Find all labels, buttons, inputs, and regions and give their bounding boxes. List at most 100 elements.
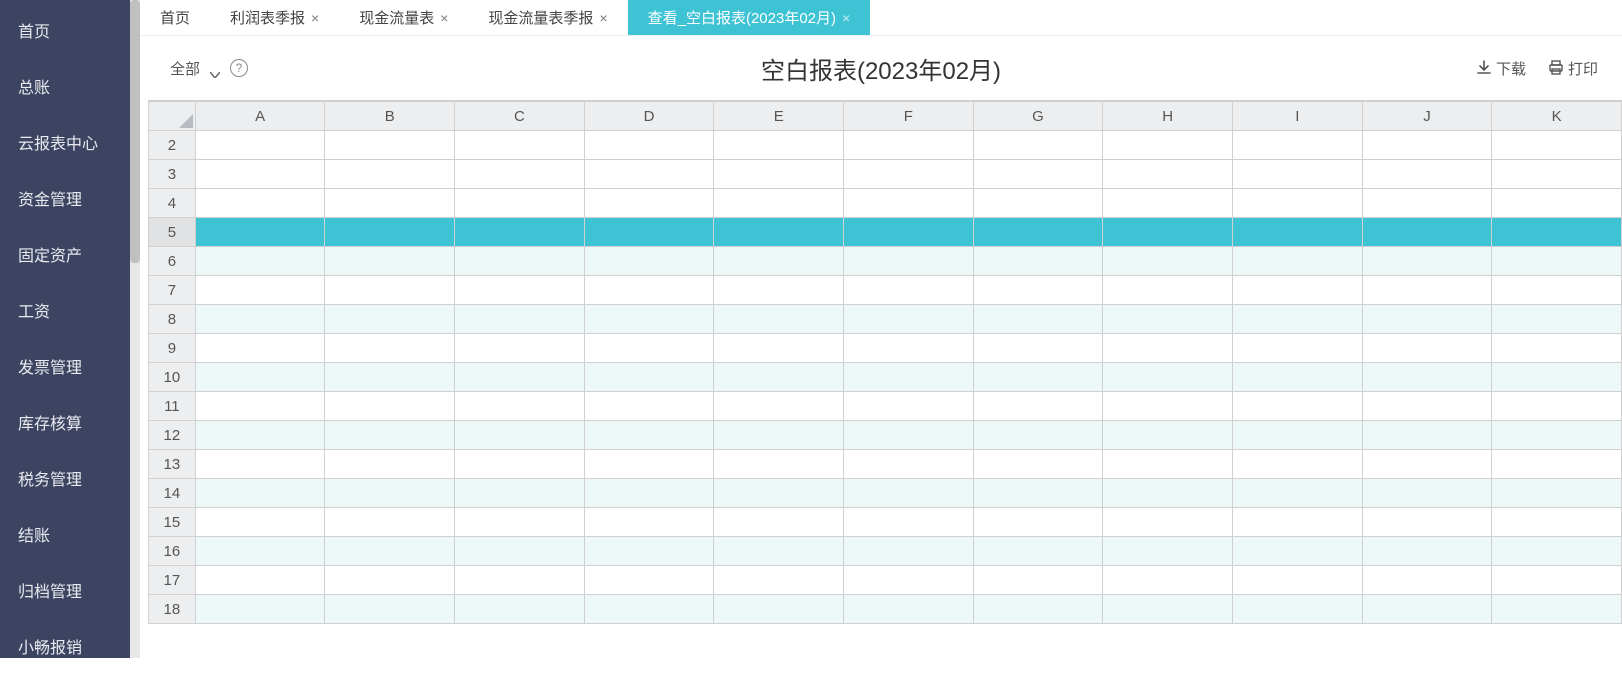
cell-B3[interactable] (325, 160, 455, 189)
cell-H11[interactable] (1103, 392, 1233, 421)
spreadsheet[interactable]: ABCDEFGHIJK23456789101112131415161718 (148, 100, 1622, 658)
cell-I5[interactable] (1233, 218, 1363, 247)
cell-B4[interactable] (325, 189, 455, 218)
cell-A10[interactable] (195, 363, 325, 392)
select-all-corner[interactable] (149, 102, 196, 131)
sidebar-item-2[interactable]: 云报表中心 (0, 114, 130, 170)
cell-A16[interactable] (195, 537, 325, 566)
cell-I4[interactable] (1233, 189, 1363, 218)
cell-H2[interactable] (1103, 131, 1233, 160)
cell-G12[interactable] (973, 421, 1103, 450)
row-header-5[interactable]: 5 (149, 218, 196, 247)
cell-G3[interactable] (973, 160, 1103, 189)
cell-J16[interactable] (1362, 537, 1492, 566)
cell-A8[interactable] (195, 305, 325, 334)
row-header-10[interactable]: 10 (149, 363, 196, 392)
cell-C9[interactable] (455, 334, 585, 363)
cell-H6[interactable] (1103, 247, 1233, 276)
cell-E9[interactable] (714, 334, 844, 363)
cell-D16[interactable] (584, 537, 714, 566)
cell-J12[interactable] (1362, 421, 1492, 450)
cell-F11[interactable] (844, 392, 974, 421)
cell-I16[interactable] (1233, 537, 1363, 566)
cell-H16[interactable] (1103, 537, 1233, 566)
cell-H14[interactable] (1103, 479, 1233, 508)
column-header-K[interactable]: K (1492, 102, 1622, 131)
cell-H17[interactable] (1103, 566, 1233, 595)
cell-D10[interactable] (584, 363, 714, 392)
cell-G10[interactable] (973, 363, 1103, 392)
cell-E15[interactable] (714, 508, 844, 537)
cell-A11[interactable] (195, 392, 325, 421)
cell-I6[interactable] (1233, 247, 1363, 276)
cell-G7[interactable] (973, 276, 1103, 305)
cell-J4[interactable] (1362, 189, 1492, 218)
cell-E5[interactable] (714, 218, 844, 247)
cell-H12[interactable] (1103, 421, 1233, 450)
cell-B5[interactable] (325, 218, 455, 247)
cell-A2[interactable] (195, 131, 325, 160)
cell-J15[interactable] (1362, 508, 1492, 537)
column-header-J[interactable]: J (1362, 102, 1492, 131)
cell-G18[interactable] (973, 595, 1103, 624)
cell-D18[interactable] (584, 595, 714, 624)
cell-H3[interactable] (1103, 160, 1233, 189)
cell-C4[interactable] (455, 189, 585, 218)
cell-B18[interactable] (325, 595, 455, 624)
sidebar-scrollbar[interactable] (130, 0, 140, 658)
cell-D12[interactable] (584, 421, 714, 450)
cell-K13[interactable] (1492, 450, 1622, 479)
row-header-14[interactable]: 14 (149, 479, 196, 508)
row-header-18[interactable]: 18 (149, 595, 196, 624)
cell-B6[interactable] (325, 247, 455, 276)
tab-4[interactable]: 查看_空白报表(2023年02月)× (628, 0, 871, 35)
close-icon[interactable]: × (440, 10, 448, 26)
cell-G2[interactable] (973, 131, 1103, 160)
cell-G14[interactable] (973, 479, 1103, 508)
cell-A18[interactable] (195, 595, 325, 624)
cell-G8[interactable] (973, 305, 1103, 334)
cell-K7[interactable] (1492, 276, 1622, 305)
cell-B11[interactable] (325, 392, 455, 421)
tab-3[interactable]: 现金流量表季报× (468, 0, 627, 35)
cell-F14[interactable] (844, 479, 974, 508)
cell-F13[interactable] (844, 450, 974, 479)
sidebar-item-0[interactable]: 首页 (0, 2, 130, 58)
cell-B17[interactable] (325, 566, 455, 595)
cell-I12[interactable] (1233, 421, 1363, 450)
cell-B2[interactable] (325, 131, 455, 160)
cell-B9[interactable] (325, 334, 455, 363)
cell-C6[interactable] (455, 247, 585, 276)
cell-C13[interactable] (455, 450, 585, 479)
sidebar-scroll-thumb[interactable] (130, 0, 140, 263)
cell-E16[interactable] (714, 537, 844, 566)
cell-E14[interactable] (714, 479, 844, 508)
cell-D11[interactable] (584, 392, 714, 421)
sidebar-item-9[interactable]: 结账 (0, 506, 130, 562)
row-header-17[interactable]: 17 (149, 566, 196, 595)
cell-G5[interactable] (973, 218, 1103, 247)
cell-F12[interactable] (844, 421, 974, 450)
cell-C18[interactable] (455, 595, 585, 624)
cell-E8[interactable] (714, 305, 844, 334)
cell-G4[interactable] (973, 189, 1103, 218)
cell-K18[interactable] (1492, 595, 1622, 624)
cell-C3[interactable] (455, 160, 585, 189)
cell-F5[interactable] (844, 218, 974, 247)
cell-I9[interactable] (1233, 334, 1363, 363)
tab-2[interactable]: 现金流量表× (339, 0, 468, 35)
cell-F16[interactable] (844, 537, 974, 566)
column-header-F[interactable]: F (844, 102, 974, 131)
cell-D4[interactable] (584, 189, 714, 218)
sidebar-item-4[interactable]: 固定资产 (0, 226, 130, 282)
cell-G15[interactable] (973, 508, 1103, 537)
cell-G6[interactable] (973, 247, 1103, 276)
sidebar-item-7[interactable]: 库存核算 (0, 394, 130, 450)
cell-J13[interactable] (1362, 450, 1492, 479)
sidebar-item-6[interactable]: 发票管理 (0, 338, 130, 394)
cell-K14[interactable] (1492, 479, 1622, 508)
cell-C2[interactable] (455, 131, 585, 160)
cell-I17[interactable] (1233, 566, 1363, 595)
cell-F15[interactable] (844, 508, 974, 537)
cell-A7[interactable] (195, 276, 325, 305)
